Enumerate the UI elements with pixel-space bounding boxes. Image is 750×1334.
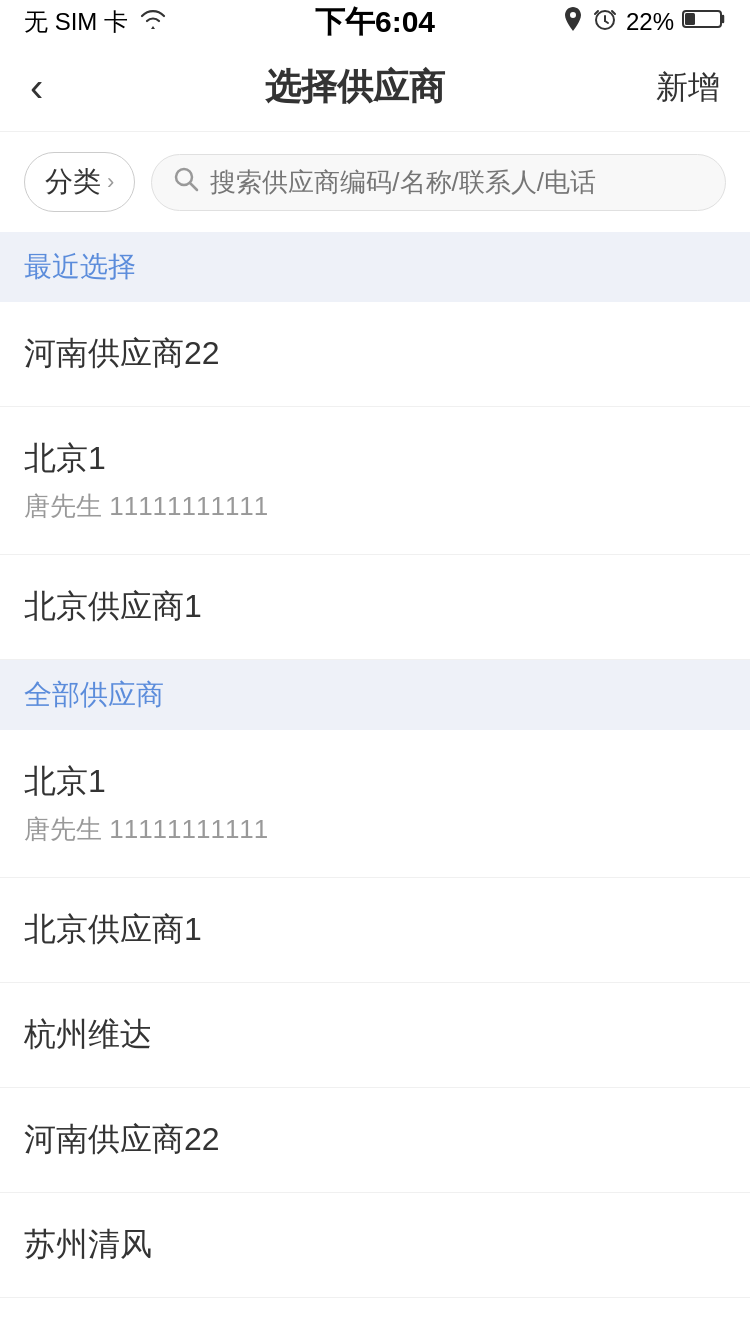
item-name: 杭州维达 [24,1013,726,1057]
back-button[interactable]: ‹ [20,55,53,120]
recent-items-list: 河南供应商22 北京1 唐先生 11111111111 北京供应商1 [0,302,750,660]
nav-bar: ‹ 选择供应商 新增 [0,44,750,132]
category-label: 分类 [45,163,101,201]
svg-line-6 [191,183,198,190]
list-item[interactable]: 北京1 唐先生 11111111111 [0,407,750,555]
svg-point-5 [176,169,192,185]
alarm-icon [592,6,618,38]
item-name: 苏州清风 [24,1223,726,1267]
category-button[interactable]: 分类 › [24,152,135,212]
battery-text: 22% [626,8,674,36]
filter-bar: 分类 › [0,132,750,232]
chevron-right-icon: › [107,169,114,195]
location-icon [562,6,584,38]
page-title: 选择供应商 [265,63,445,112]
search-input[interactable] [210,167,705,198]
list-item[interactable]: 北京供应商1 [0,555,750,660]
svg-line-2 [605,21,608,23]
wifi-icon [138,8,168,36]
list-item[interactable]: 北京供应商1 [0,878,750,983]
recent-section-header: 最近选择 [0,232,750,302]
status-left: 无 SIM 卡 [24,6,168,38]
item-name: 北京供应商1 [24,585,726,629]
item-name: 北京1 [24,760,726,804]
battery-icon [682,8,726,36]
item-name: 河南供应商22 [24,332,726,376]
status-bar: 无 SIM 卡 下午6:04 22% [0,0,750,44]
item-sub: 唐先生 11111111111 [24,489,726,524]
status-right: 22% [562,6,726,38]
search-icon [172,165,200,200]
item-sub: 唐先生 11111111111 [24,812,726,847]
list-item[interactable]: 河南供应商22 [0,302,750,407]
all-section-header: 全部供应商 [0,660,750,730]
item-name: 北京1 [24,437,726,481]
search-wrapper [151,154,726,211]
list-item[interactable]: 河南供应商22 [0,1088,750,1193]
all-items-list: 北京1 唐先生 11111111111 北京供应商1 杭州维达河南供应商22 苏州清风 [0,730,750,1298]
item-name: 北京供应商1 [24,908,726,952]
list-item[interactable]: 北京1 唐先生 11111111111 [0,730,750,878]
status-center-time: 下午6:04 [315,2,435,43]
list-item[interactable]: 杭州维达 [0,983,750,1088]
carrier-text: 无 SIM 卡 [24,6,128,38]
list-item[interactable]: 苏州清风 [0,1193,750,1298]
new-action-button[interactable]: 新增 [656,66,720,110]
svg-rect-4 [685,13,695,25]
item-name: 河南供应商22 [24,1118,726,1162]
